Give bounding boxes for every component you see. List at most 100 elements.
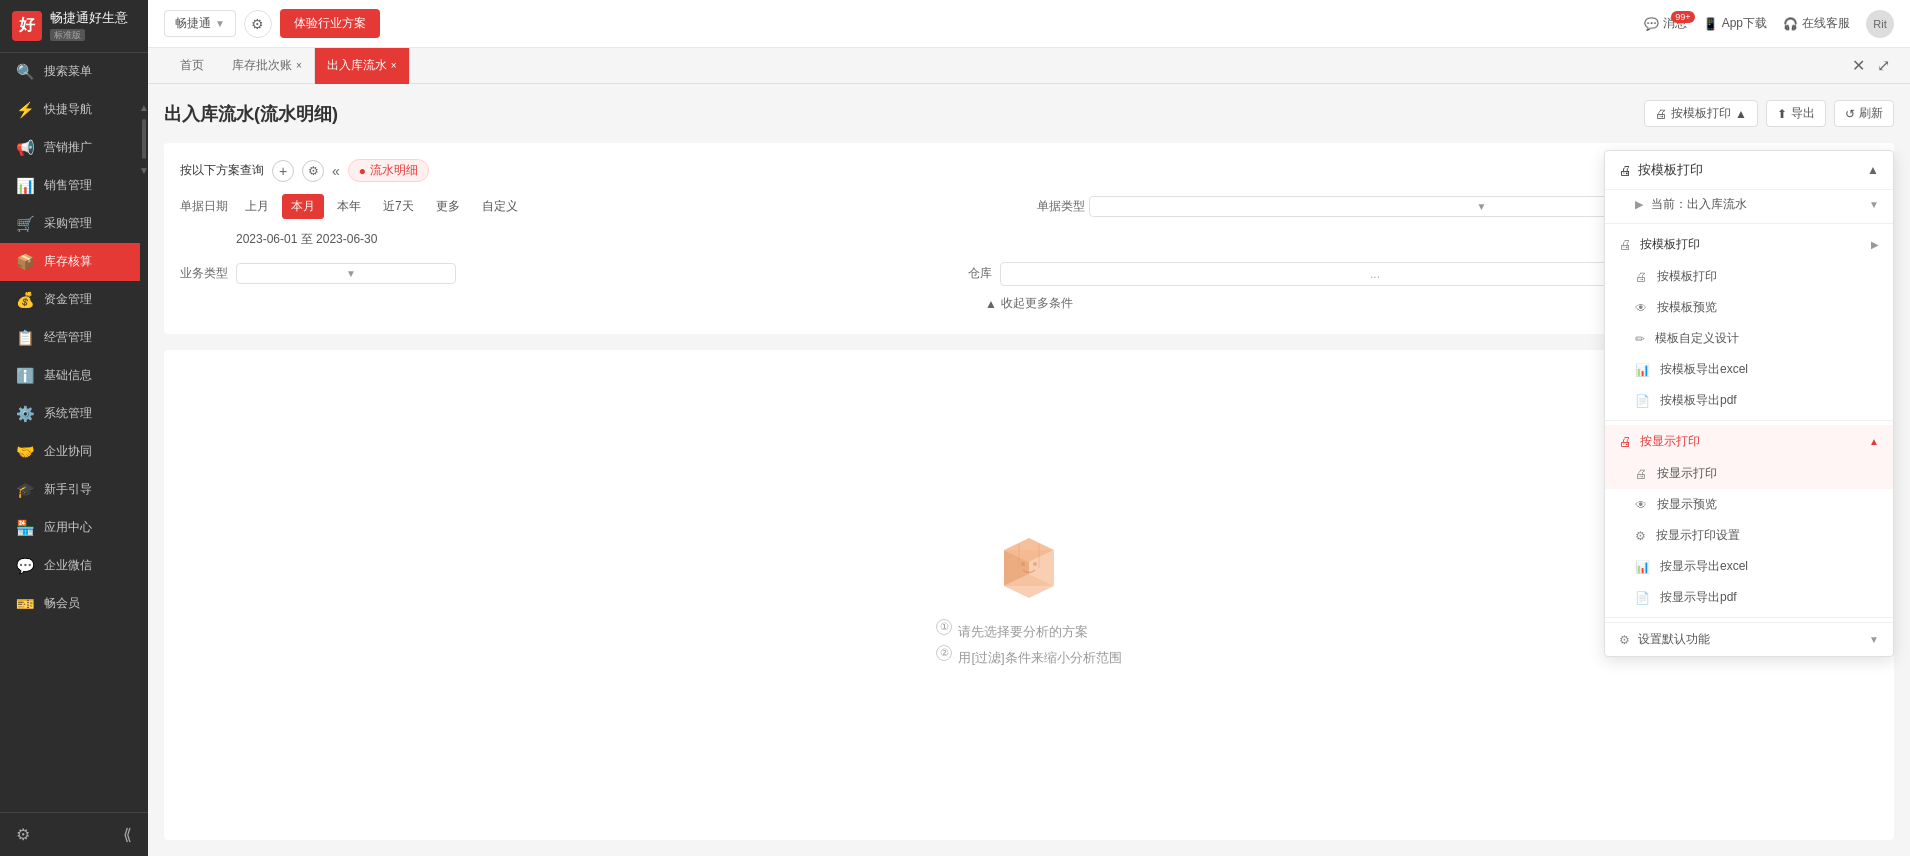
- config-condition-button[interactable]: ⚙: [302, 160, 324, 182]
- template-preview-item[interactable]: 👁 按模板预览: [1605, 292, 1893, 323]
- tab-batch-close[interactable]: ×: [296, 60, 302, 71]
- phone-icon: 📱: [1703, 17, 1718, 31]
- sidebar-item-label: 企业微信: [44, 557, 92, 574]
- sidebar-item-search[interactable]: 🔍 搜索菜单: [0, 53, 148, 91]
- template-print-item[interactable]: 🖨 按模板打印: [1605, 261, 1893, 292]
- refresh-button[interactable]: ↺ 刷新: [1834, 100, 1894, 127]
- doc-type-label: 单据类型: [1037, 198, 1085, 215]
- biz-type-dropdown[interactable]: ▼: [236, 263, 456, 284]
- sidebar-scroll-up[interactable]: ▲: [137, 100, 151, 115]
- sidebar-item-sales[interactable]: 📊 销售管理: [0, 167, 148, 205]
- tab-expand-button[interactable]: ⤢: [1873, 52, 1894, 79]
- sidebar-item-label: 应用中心: [44, 519, 92, 536]
- filter-chip[interactable]: ● 流水明细: [348, 159, 429, 182]
- header-right: 💬 消息 99+ 📱 App下载 🎧 在线客服 Rit: [1644, 10, 1894, 38]
- app-download-button[interactable]: 📱 App下载: [1703, 15, 1767, 32]
- display-print-sub-icon: 🖨: [1635, 467, 1647, 481]
- message-button[interactable]: 💬 消息 99+: [1644, 15, 1687, 32]
- date-btn-this-year[interactable]: 本年: [328, 194, 370, 219]
- empty-tip-1: ① 请先选择要分析的方案: [936, 619, 1121, 645]
- sidebar-item-label: 营销推广: [44, 139, 92, 156]
- company-selector-chevron: ▼: [215, 18, 225, 29]
- print-current-text: 当前：出入库流水: [1651, 196, 1747, 213]
- display-excel-icon: 📊: [1635, 560, 1650, 574]
- sidebar-item-inventory[interactable]: 📦 库存核算: [0, 243, 148, 281]
- header-settings-button[interactable]: ⚙: [244, 10, 272, 38]
- display-preview-sub-icon: 👁: [1635, 498, 1647, 512]
- collapse-sidebar-icon[interactable]: ⟪: [123, 825, 132, 844]
- display-export-pdf-item[interactable]: 📄 按显示导出pdf: [1605, 582, 1893, 613]
- template-export-pdf-label: 按模板导出pdf: [1660, 392, 1737, 409]
- display-print-chevron: ▲: [1869, 436, 1879, 447]
- shortcut-icon: ⚡: [16, 101, 34, 119]
- user-avatar[interactable]: Rit: [1866, 10, 1894, 38]
- display-preview-item[interactable]: 👁 按显示预览: [1605, 489, 1893, 520]
- sidebar-item-marketing[interactable]: 📢 营销推广: [0, 129, 148, 167]
- date-btn-custom[interactable]: 自定义: [473, 194, 527, 219]
- sidebar-item-guide[interactable]: 🎓 新手引导: [0, 471, 148, 509]
- collapse-conditions-button[interactable]: «: [332, 163, 340, 179]
- sidebar-item-basic[interactable]: ℹ️ 基础信息: [0, 357, 148, 395]
- filter-chip-icon: ●: [359, 164, 366, 178]
- refresh-label: 刷新: [1859, 105, 1883, 122]
- purchase-icon: 🛒: [16, 215, 34, 233]
- print-dropdown-header: 🖨 按模板打印 ▲: [1605, 151, 1893, 190]
- tabs-actions: ✕ ⤢: [1848, 52, 1894, 79]
- display-print-sub-label: 按显示打印: [1657, 465, 1717, 482]
- tab-home[interactable]: 首页: [164, 48, 220, 84]
- template-export-excel-item[interactable]: 📊 按模板导出excel: [1605, 354, 1893, 385]
- basic-icon: ℹ️: [16, 367, 34, 385]
- sidebar-item-member[interactable]: 🎫 畅会员: [0, 585, 148, 623]
- date-btn-7days[interactable]: 近7天: [374, 194, 423, 219]
- export-button[interactable]: ⬆ 导出: [1766, 100, 1826, 127]
- template-custom-item[interactable]: ✏ 模板自定义设计: [1605, 323, 1893, 354]
- date-btn-this-month[interactable]: 本月: [282, 194, 324, 219]
- tab-current-close[interactable]: ×: [391, 60, 397, 71]
- tab-batch[interactable]: 库存批次账 ×: [220, 48, 315, 84]
- guide-icon: 🎓: [16, 481, 34, 499]
- sidebar-item-shortcut[interactable]: ⚡ 快捷导航: [0, 91, 148, 129]
- divider-3: [1605, 617, 1893, 618]
- display-print-section-header[interactable]: 🖨 按显示打印 ▲: [1605, 425, 1893, 458]
- company-name: 畅捷通: [175, 15, 211, 32]
- sidebar-item-system[interactable]: ⚙️ 系统管理: [0, 395, 148, 433]
- svg-point-7: [1021, 562, 1025, 566]
- sidebar-item-label: 采购管理: [44, 215, 92, 232]
- settings-icon[interactable]: ⚙: [16, 825, 30, 844]
- template-print-section-title: 🖨 按模板打印: [1619, 236, 1700, 253]
- company-selector[interactable]: 畅捷通 ▼: [164, 10, 236, 37]
- display-print-item[interactable]: 🖨 按显示打印: [1605, 458, 1893, 489]
- system-icon: ⚙️: [16, 405, 34, 423]
- tab-current[interactable]: 出入库流水 ×: [315, 48, 410, 84]
- trial-button[interactable]: 体验行业方案: [280, 9, 380, 38]
- print-template-button[interactable]: 🖨 按模板打印 ▲: [1644, 100, 1758, 127]
- sidebar-item-operations[interactable]: 📋 经营管理: [0, 319, 148, 357]
- footer-content: ⚙ 设置默认功能: [1619, 631, 1710, 648]
- date-btn-more[interactable]: 更多: [427, 194, 469, 219]
- template-print-section-header[interactable]: 🖨 按模板打印 ▶: [1605, 228, 1893, 261]
- current-arrow-icon: ▶: [1635, 198, 1643, 211]
- display-print-settings-item[interactable]: ⚙ 按显示打印设置: [1605, 520, 1893, 551]
- header-left: 畅捷通 ▼ ⚙ 体验行业方案: [164, 9, 1644, 38]
- sidebar-item-enterprise[interactable]: 🤝 企业协同: [0, 433, 148, 471]
- sidebar-item-appstore[interactable]: 🏪 应用中心: [0, 509, 148, 547]
- sidebar-item-label: 搜索菜单: [44, 63, 92, 80]
- add-condition-button[interactable]: +: [272, 160, 294, 182]
- sidebar-bottom: ⚙ ⟪: [0, 812, 148, 856]
- template-print-chevron: ▶: [1871, 239, 1879, 250]
- print-dropdown-collapse-button[interactable]: ▲: [1867, 163, 1879, 177]
- tab-home-label: 首页: [180, 57, 204, 74]
- sidebar-item-weixin[interactable]: 💬 企业微信: [0, 547, 148, 585]
- user-name: Rit: [1873, 18, 1886, 30]
- date-btn-last-month[interactable]: 上月: [236, 194, 278, 219]
- date-range-value: 2023-06-01 至 2023-06-30: [236, 232, 377, 246]
- display-export-excel-item[interactable]: 📊 按显示导出excel: [1605, 551, 1893, 582]
- template-export-pdf-item[interactable]: 📄 按模板导出pdf: [1605, 385, 1893, 416]
- sidebar-scroll-down[interactable]: ▼: [137, 163, 151, 178]
- customer-service-button[interactable]: 🎧 在线客服: [1783, 15, 1850, 32]
- sidebar-item-finance[interactable]: 💰 资金管理: [0, 281, 148, 319]
- tab-close-window-button[interactable]: ✕: [1848, 52, 1869, 79]
- display-print-settings-label: 按显示打印设置: [1656, 527, 1740, 544]
- set-default-function-button[interactable]: ⚙ 设置默认功能 ▼: [1605, 622, 1893, 656]
- sidebar-item-purchase[interactable]: 🛒 采购管理: [0, 205, 148, 243]
